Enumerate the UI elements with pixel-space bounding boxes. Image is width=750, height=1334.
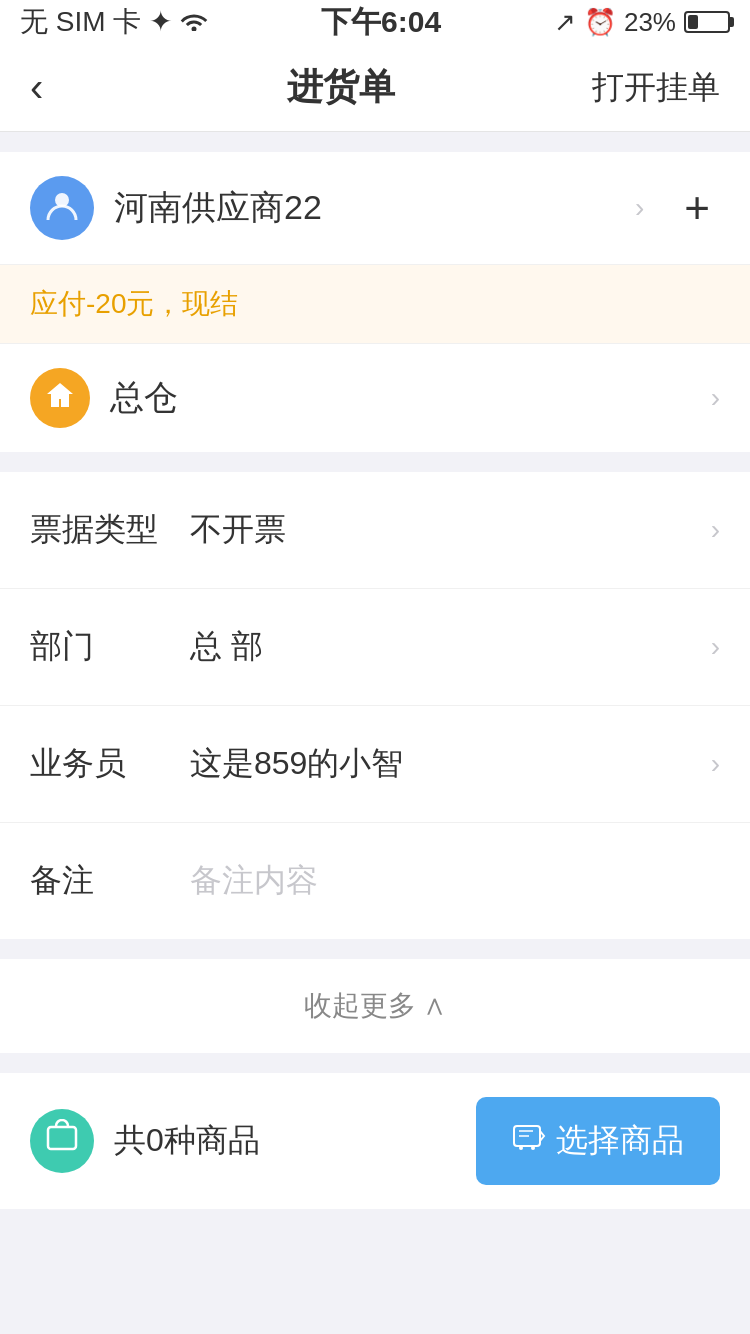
invoice-type-label: 票据类型 xyxy=(30,508,190,552)
bottom-bar: 共0种商品 选择商品 xyxy=(0,1073,750,1209)
salesperson-chevron-icon: › xyxy=(711,748,720,780)
status-time: 下午6:04 xyxy=(321,2,441,43)
section-divider-1 xyxy=(0,132,750,152)
form-section: 票据类型 不开票 › 部门 总 部 › 业务员 这是859的小智 › 备注 备注… xyxy=(0,472,750,939)
back-button[interactable]: ‹ xyxy=(30,65,90,110)
warehouse-icon xyxy=(30,368,90,428)
avatar-icon xyxy=(43,185,81,232)
collapse-bar[interactable]: 收起更多 ∧ xyxy=(0,959,750,1053)
salesperson-value: 这是859的小智 xyxy=(190,742,711,786)
status-bar: 无 SIM 卡 ✦ 下午6:04 ↗ ⏰ 23% xyxy=(0,0,750,44)
cart-small-icon xyxy=(44,1119,80,1163)
nav-bar: ‹ 进货单 打开挂单 xyxy=(0,44,750,132)
remark-value: 备注内容 xyxy=(190,859,720,903)
supplier-section: 河南供应商22 › + 应付-20元，现结 总仓 › xyxy=(0,152,750,452)
battery-percent: 23% xyxy=(624,7,676,38)
svg-rect-1 xyxy=(48,1127,76,1149)
page-title: 进货单 xyxy=(287,63,395,112)
alarm-icon: ⏰ xyxy=(584,7,616,38)
supplier-chevron-icon: › xyxy=(635,192,644,224)
department-label: 部门 xyxy=(30,625,190,669)
notice-bar: 应付-20元，现结 xyxy=(0,265,750,343)
select-product-label: 选择商品 xyxy=(556,1119,684,1163)
salesperson-label: 业务员 xyxy=(30,742,190,786)
remark-row[interactable]: 备注 备注内容 xyxy=(0,823,750,939)
house-icon xyxy=(44,379,76,418)
select-cart-icon xyxy=(512,1123,546,1160)
svg-point-4 xyxy=(531,1146,535,1150)
collapse-label: 收起更多 ∧ xyxy=(304,990,447,1021)
page-content: 河南供应商22 › + 应付-20元，现结 总仓 › 票据类型 不开票 xyxy=(0,132,750,1334)
add-supplier-button[interactable]: + xyxy=(674,183,720,233)
supplier-row[interactable]: 河南供应商22 › + xyxy=(0,152,750,265)
svg-point-3 xyxy=(519,1146,523,1150)
location-icon: ↗ xyxy=(554,7,576,38)
select-product-button[interactable]: 选择商品 xyxy=(476,1097,720,1185)
open-pending-button[interactable]: 打开挂单 xyxy=(592,66,720,110)
product-count-text: 共0种商品 xyxy=(114,1119,476,1163)
status-right: ↗ ⏰ 23% xyxy=(554,7,730,38)
salesperson-row[interactable]: 业务员 这是859的小智 › xyxy=(0,706,750,823)
product-icon xyxy=(30,1109,94,1173)
warehouse-name: 总仓 xyxy=(110,375,711,421)
status-left: 无 SIM 卡 ✦ xyxy=(20,3,208,41)
signal-text: 无 SIM 卡 ✦ xyxy=(20,3,172,41)
invoice-type-value: 不开票 xyxy=(190,508,711,552)
department-value: 总 部 xyxy=(190,625,711,669)
remark-label: 备注 xyxy=(30,859,190,903)
department-row[interactable]: 部门 总 部 › xyxy=(0,589,750,706)
department-chevron-icon: › xyxy=(711,631,720,663)
warehouse-row[interactable]: 总仓 › xyxy=(0,343,750,452)
notice-text: 应付-20元，现结 xyxy=(30,288,238,319)
supplier-name: 河南供应商22 xyxy=(114,185,635,231)
invoice-type-chevron-icon: › xyxy=(711,514,720,546)
warehouse-chevron-icon: › xyxy=(711,382,720,414)
invoice-type-row[interactable]: 票据类型 不开票 › xyxy=(0,472,750,589)
battery-icon xyxy=(684,11,730,33)
wifi-icon xyxy=(180,6,208,38)
supplier-avatar xyxy=(30,176,94,240)
